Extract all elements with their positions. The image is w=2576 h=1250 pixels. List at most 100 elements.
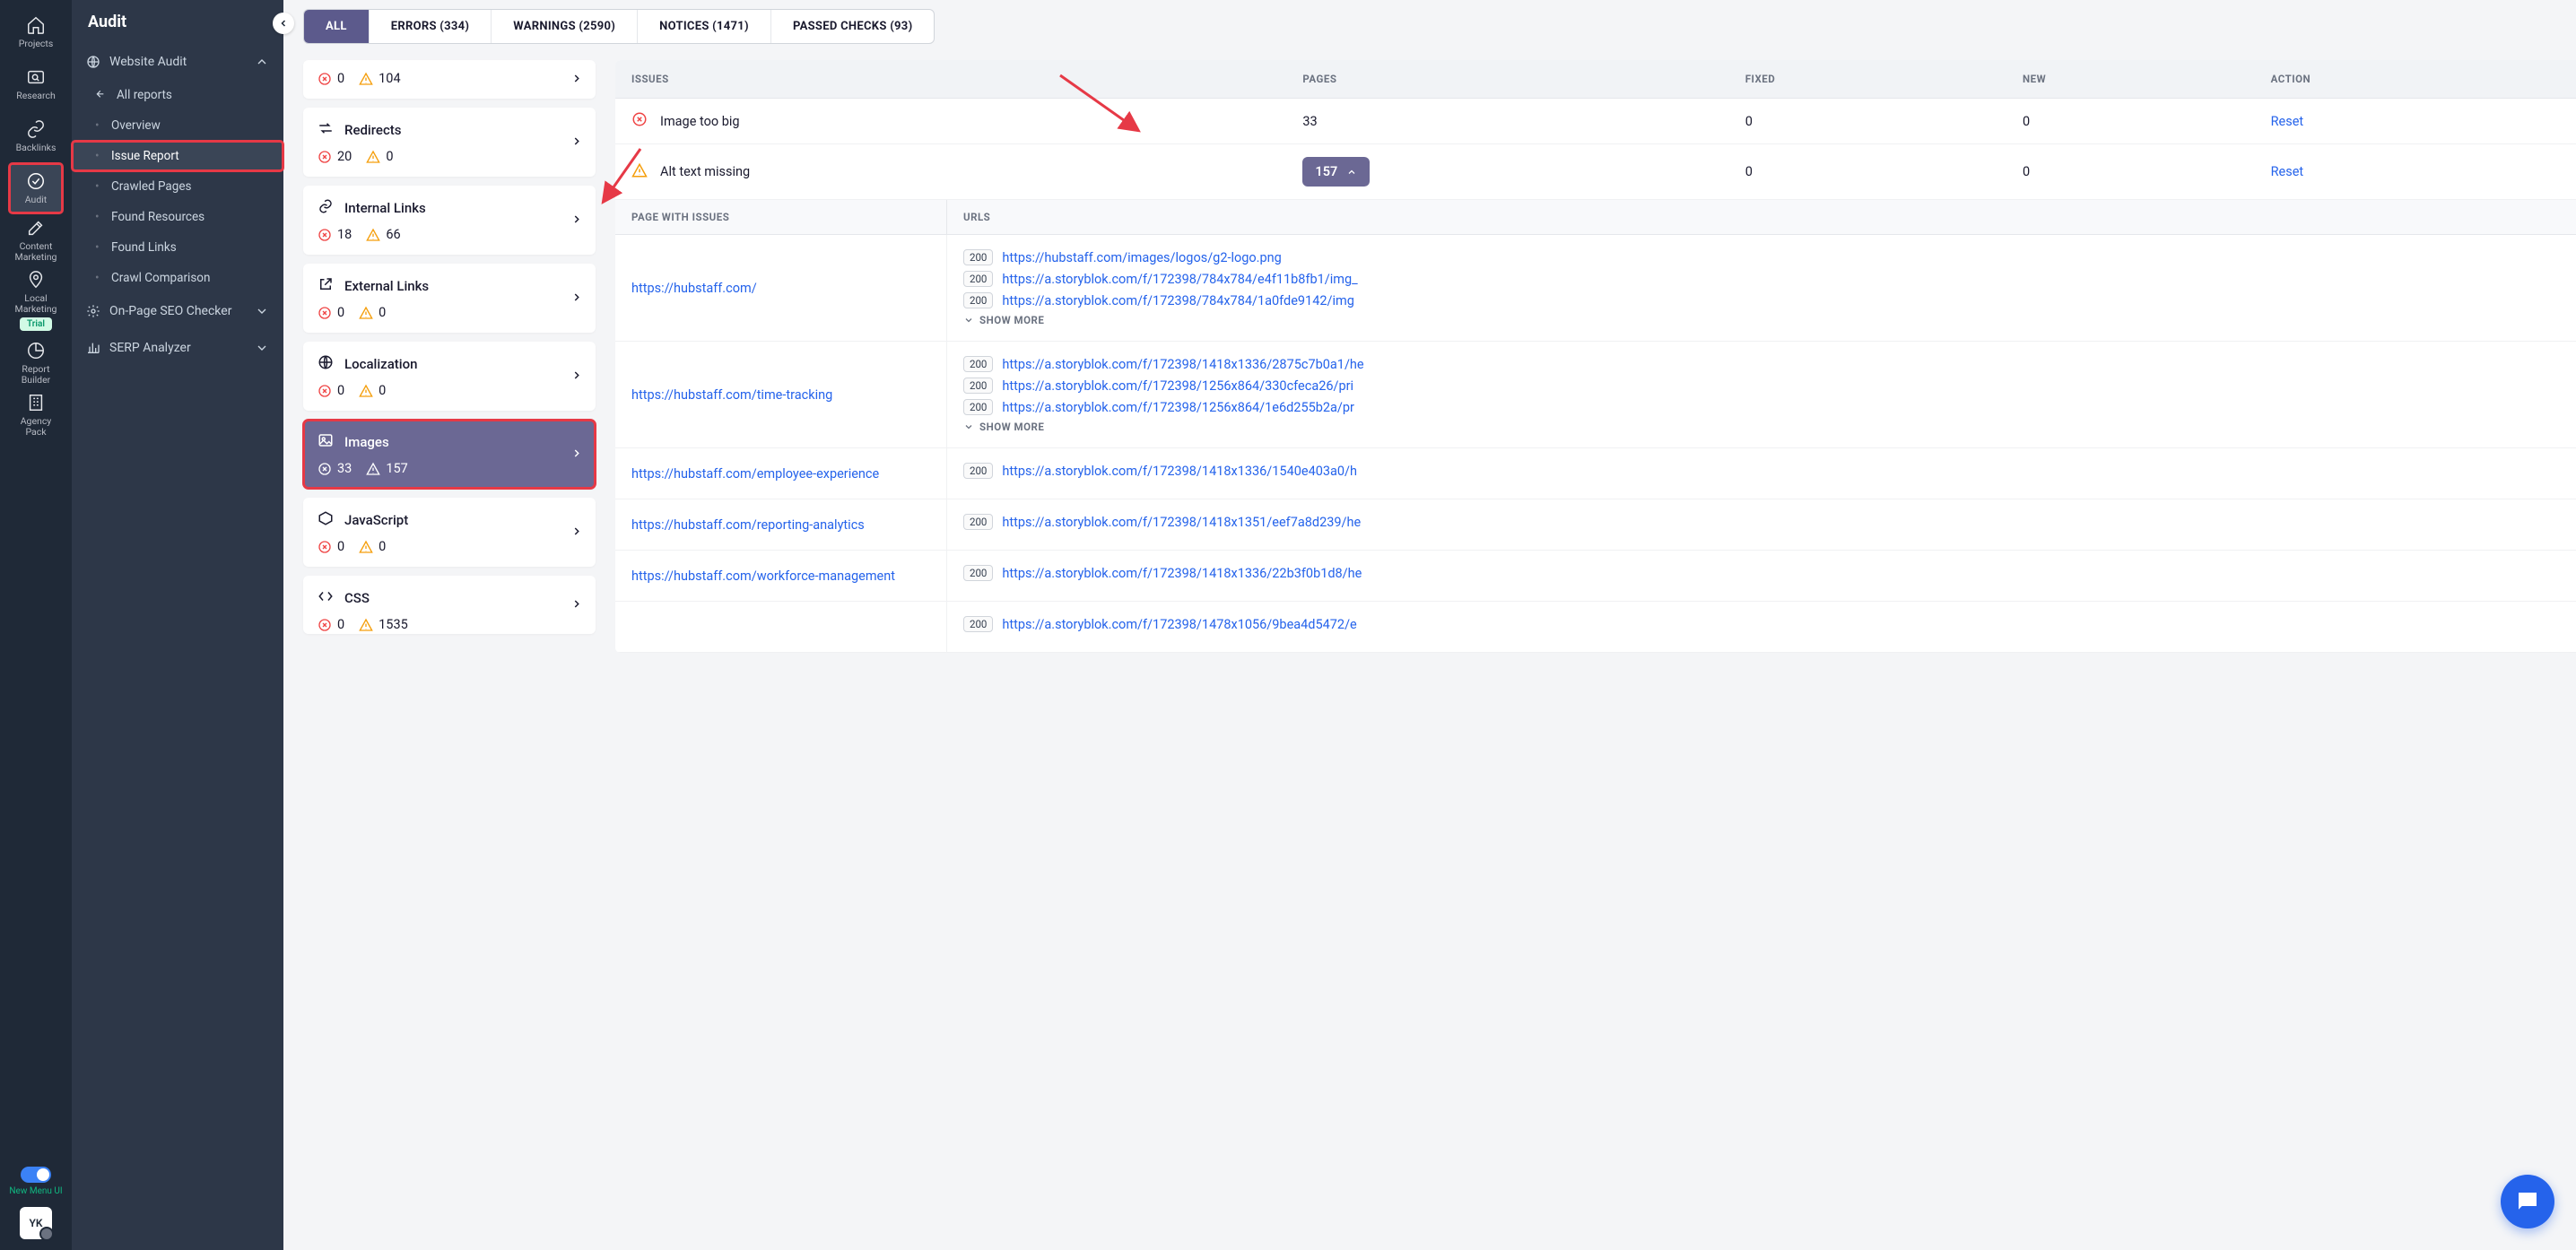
building-icon <box>26 393 46 412</box>
category-card[interactable]: Images 33 157 <box>303 420 596 489</box>
fixed-count: 0 <box>1729 144 2006 200</box>
category-card[interactable]: External Links 0 0 <box>303 264 596 333</box>
warning-count: 0 <box>359 383 386 398</box>
resource-url-link[interactable]: https://a.storyblok.com/f/172398/784x784… <box>1002 293 1353 308</box>
resource-url-link[interactable]: https://a.storyblok.com/f/172398/1418x13… <box>1002 515 1361 530</box>
sidebar-found-links[interactable]: Found Links <box>72 232 283 263</box>
warning-count: 104 <box>359 71 400 86</box>
trial-badge: Trial <box>20 317 52 331</box>
category-card[interactable]: CSS 0 1535 <box>303 576 596 634</box>
rail-local-marketing[interactable]: Local Marketing <box>9 267 63 317</box>
sidebar-section-serp-analyzer[interactable]: SERP Analyzer <box>72 330 283 366</box>
sidebar-found-resources[interactable]: Found Resources <box>72 202 283 232</box>
page-url-link[interactable]: https://hubstaff.com/time-tracking <box>631 387 832 403</box>
tab-notices[interactable]: NOTICES (1471) <box>638 10 771 43</box>
category-icon <box>318 510 334 530</box>
link-icon <box>26 119 46 139</box>
rail-content-marketing[interactable]: Content Marketing <box>9 215 63 265</box>
tab-errors[interactable]: ERRORS (334) <box>370 10 492 43</box>
category-card[interactable]: JavaScript 0 0 <box>303 498 596 567</box>
page-url-link[interactable]: https://hubstaff.com/ <box>631 281 757 296</box>
page-url-link[interactable]: https://hubstaff.com/workforce-managemen… <box>631 569 895 584</box>
category-name: JavaScript <box>344 512 408 528</box>
warning-count: 157 <box>366 461 407 476</box>
reset-link[interactable]: Reset <box>2271 114 2304 129</box>
error-count: 0 <box>318 617 344 632</box>
col-pages: PAGES <box>1286 60 1728 99</box>
show-more-button[interactable]: SHOW MORE <box>963 421 2560 433</box>
new-count: 0 <box>2006 99 2255 144</box>
category-card[interactable]: Internal Links 18 66 <box>303 186 596 255</box>
show-more-button[interactable]: SHOW MORE <box>963 314 2560 326</box>
reset-link[interactable]: Reset <box>2271 164 2304 179</box>
category-icon <box>318 198 334 218</box>
user-avatar[interactable]: YK <box>20 1207 52 1239</box>
category-card[interactable]: Redirects 20 0 <box>303 108 596 177</box>
chevron-down-icon <box>255 341 269 355</box>
error-count: 0 <box>318 383 344 398</box>
category-name: CSS <box>344 590 370 606</box>
sidebar-overview[interactable]: Overview <box>72 110 283 141</box>
page-row: https://hubstaff.com/time-tracking 200 ht… <box>615 342 2576 448</box>
col-fixed: FIXED <box>1729 60 2006 99</box>
rail-report-builder[interactable]: Report Builder <box>9 338 63 388</box>
sidebar-issue-report[interactable]: Issue Report <box>72 141 283 171</box>
check-circle-icon <box>26 171 46 191</box>
chat-fab[interactable] <box>2501 1175 2554 1228</box>
status-badge: 200 <box>963 271 993 287</box>
issue-label: Image too big <box>660 114 740 129</box>
page-row: https://hubstaff.com/workforce-managemen… <box>615 551 2576 602</box>
rail-backlinks[interactable]: Backlinks <box>9 111 63 161</box>
main-content: ALL ERRORS (334) WARNINGS (2590) NOTICES… <box>283 0 2576 1250</box>
page-row: 200https://a.storyblok.com/f/172398/1478… <box>615 602 2576 653</box>
status-badge: 200 <box>963 249 993 265</box>
new-ui-label: New Menu UI <box>9 1186 62 1196</box>
category-name: Redirects <box>344 122 402 138</box>
category-card[interactable]: Localization 0 0 <box>303 342 596 411</box>
resource-url-link[interactable]: https://a.storyblok.com/f/172398/1256x86… <box>1002 400 1354 415</box>
tab-all[interactable]: ALL <box>304 10 370 43</box>
resource-url-link[interactable]: https://a.storyblok.com/f/172398/1418x13… <box>1002 357 1363 372</box>
tab-passed[interactable]: PASSED CHECKS (93) <box>771 10 935 43</box>
category-card[interactable]: 0 104 <box>303 60 596 99</box>
icon-rail: Projects Research Backlinks Audit Conten… <box>0 0 72 1250</box>
sidebar-all-reports[interactable]: All reports <box>72 80 283 110</box>
sidebar-crawled-pages[interactable]: Crawled Pages <box>72 171 283 202</box>
pages-expanded-pill[interactable]: 157 <box>1302 157 1370 187</box>
resource-url-link[interactable]: https://a.storyblok.com/f/172398/1418x13… <box>1002 464 1357 479</box>
rail-research[interactable]: Research <box>9 59 63 109</box>
resource-url-link[interactable]: https://hubstaff.com/images/logos/g2-log… <box>1002 250 1281 265</box>
resource-url-link[interactable]: https://a.storyblok.com/f/172398/1256x86… <box>1002 378 1353 394</box>
rail-projects[interactable]: Projects <box>9 7 63 57</box>
issue-type-icon <box>631 111 648 131</box>
chevron-up-icon <box>255 55 269 69</box>
new-ui-toggle[interactable] <box>21 1167 51 1183</box>
error-count: 0 <box>318 71 344 86</box>
category-name: Images <box>344 434 389 450</box>
issue-row[interactable]: Image too big 33 0 0 Reset <box>615 99 2576 144</box>
tab-warnings[interactable]: WARNINGS (2590) <box>492 10 638 43</box>
resource-url-link[interactable]: https://a.storyblok.com/f/172398/1478x10… <box>1002 617 1356 632</box>
sidebar-section-onpage-seo[interactable]: On-Page SEO Checker <box>72 293 283 330</box>
warning-count: 1535 <box>359 617 408 632</box>
page-url-link[interactable]: https://hubstaff.com/reporting-analytics <box>631 517 865 533</box>
sidebar: Audit Website Audit All reports Overview… <box>72 0 283 1250</box>
sidebar-section-website-audit[interactable]: Website Audit <box>72 44 283 80</box>
page-url-link[interactable]: https://hubstaff.com/employee-experience <box>631 466 879 482</box>
status-badge: 200 <box>963 399 993 415</box>
filter-tabs: ALL ERRORS (334) WARNINGS (2590) NOTICES… <box>303 9 935 44</box>
rail-audit[interactable]: Audit <box>9 163 63 213</box>
collapse-sidebar-button[interactable] <box>273 13 294 34</box>
resource-url-link[interactable]: https://a.storyblok.com/f/172398/784x784… <box>1002 272 1357 287</box>
issue-row[interactable]: Alt text missing 157 0 0 Reset <box>615 144 2576 200</box>
page-row: https://hubstaff.com/reporting-analytics… <box>615 499 2576 551</box>
category-name: External Links <box>344 278 429 294</box>
page-row: https://hubstaff.com/employee-experience… <box>615 448 2576 499</box>
category-list: 0 104 Redirects 20 0 Internal Links 18 6… <box>303 60 596 653</box>
pie-icon <box>26 341 46 360</box>
sidebar-crawl-comparison[interactable]: Crawl Comparison <box>72 263 283 293</box>
rail-agency-pack[interactable]: Agency Pack <box>9 390 63 440</box>
resource-url-link[interactable]: https://a.storyblok.com/f/172398/1418x13… <box>1002 566 1362 581</box>
category-icon <box>318 354 334 374</box>
col-page-with-issues: PAGE WITH ISSUES <box>615 200 947 234</box>
